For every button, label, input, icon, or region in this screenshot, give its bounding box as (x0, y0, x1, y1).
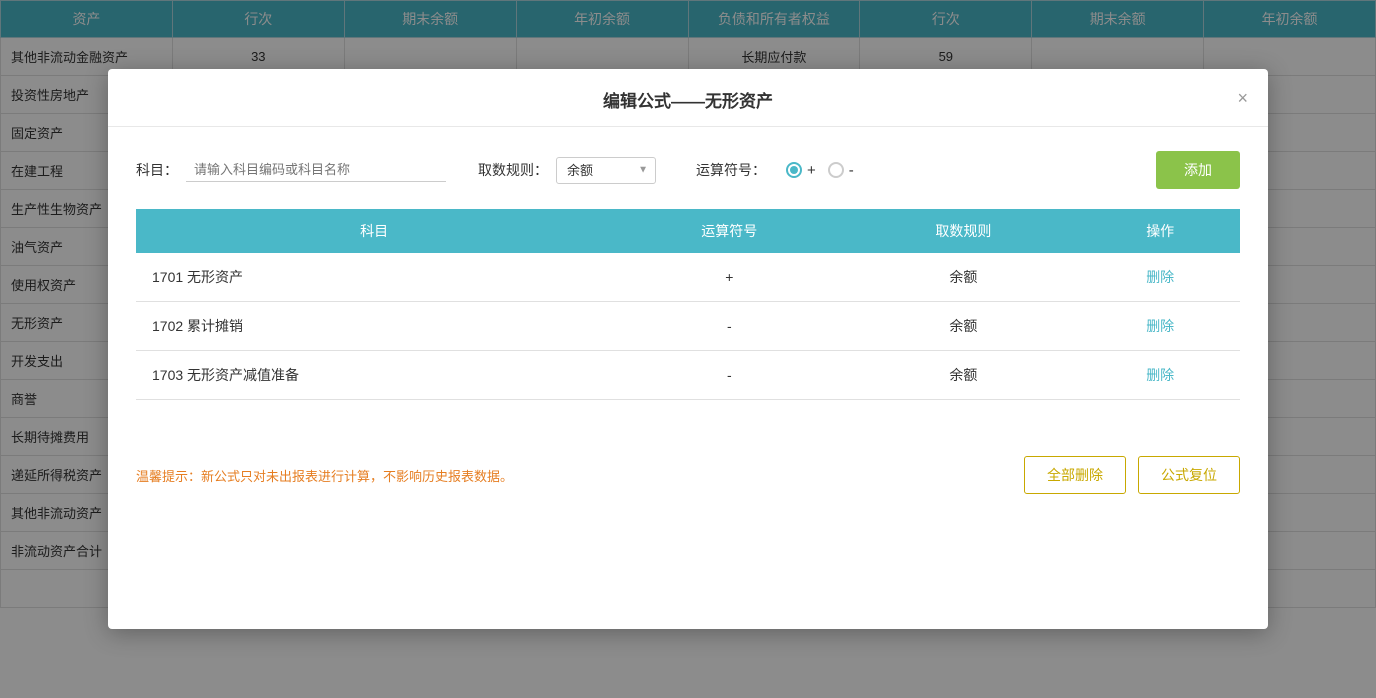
operator-group: 运算符号： + - (696, 160, 854, 180)
footer-tip: 温馨提示：新公式只对未出报表进行计算，不影响历史报表数据。 (136, 466, 513, 485)
rule-select[interactable]: 余额 借方 贷方 借方发生额 贷方发生额 (556, 157, 656, 184)
formula-action-cell: 删除 (1080, 302, 1240, 351)
delete-row-button[interactable]: 删除 (1146, 318, 1174, 334)
reset-formula-button[interactable]: 公式复位 (1138, 456, 1240, 494)
radio-minus-icon (828, 162, 844, 178)
add-button[interactable]: 添加 (1156, 151, 1240, 189)
operator-plus-label: + (807, 162, 816, 179)
subject-input[interactable] (186, 158, 446, 182)
formula-action-cell: 删除 (1080, 253, 1240, 302)
formula-operator-cell: - (612, 351, 846, 400)
modal-title: 编辑公式——无形资产 (603, 87, 773, 112)
formula-row: 1703 无形资产减值准备-余额 删除 (136, 351, 1240, 400)
modal-overlay: 编辑公式——无形资产 × 科目： 取数规则： 余额 借方 (0, 0, 1376, 698)
formula-rule-cell: 余额 (846, 351, 1080, 400)
rule-label: 取数规则： (478, 160, 548, 180)
table-header-operator: 运算符号 (612, 209, 846, 253)
operator-minus-label: - (849, 162, 854, 179)
footer-buttons: 全部删除 公式复位 (1024, 456, 1240, 494)
formula-operator-cell: - (612, 302, 846, 351)
formula-subject-cell: 1702 累计摊销 (136, 302, 612, 351)
formula-action-cell: 删除 (1080, 351, 1240, 400)
radio-plus-icon (786, 162, 802, 178)
formula-subject-cell: 1701 无形资产 (136, 253, 612, 302)
delete-row-button[interactable]: 删除 (1146, 269, 1174, 285)
modal-body: 科目： 取数规则： 余额 借方 贷方 借方发生额 贷方发生额 ▼ (108, 127, 1268, 444)
close-icon[interactable]: × (1237, 89, 1248, 107)
rule-select-wrapper: 余额 借方 贷方 借方发生额 贷方发生额 ▼ (556, 157, 656, 184)
modal-footer: 温馨提示：新公式只对未出报表进行计算，不影响历史报表数据。 全部删除 公式复位 (108, 444, 1268, 514)
rule-group: 取数规则： 余额 借方 贷方 借方发生额 贷方发生额 ▼ (478, 157, 656, 184)
modal-header: 编辑公式——无形资产 × (108, 69, 1268, 127)
form-row: 科目： 取数规则： 余额 借方 贷方 借方发生额 贷方发生额 ▼ (136, 151, 1240, 189)
delete-all-button[interactable]: 全部删除 (1024, 456, 1126, 494)
formula-table: 科目 运算符号 取数规则 操作 1701 无形资产+余额删除1702 累计摊销-… (136, 209, 1240, 400)
formula-operator-cell: + (612, 253, 846, 302)
formula-rule-cell: 余额 (846, 302, 1080, 351)
table-header-action: 操作 (1080, 209, 1240, 253)
modal-dialog: 编辑公式——无形资产 × 科目： 取数规则： 余额 借方 (108, 69, 1268, 629)
delete-row-button[interactable]: 删除 (1146, 367, 1174, 383)
table-header-subject: 科目 (136, 209, 612, 253)
operator-minus-radio[interactable]: - (828, 162, 854, 179)
formula-row: 1702 累计摊销-余额 删除 (136, 302, 1240, 351)
operator-plus-radio[interactable]: + (786, 162, 816, 179)
subject-group: 科目： (136, 158, 446, 182)
operator-label: 运算符号： (696, 160, 766, 180)
formula-row: 1701 无形资产+余额 删除 (136, 253, 1240, 302)
formula-rule-cell: 余额 (846, 253, 1080, 302)
subject-label: 科目： (136, 160, 178, 180)
formula-subject-cell: 1703 无形资产减值准备 (136, 351, 612, 400)
table-header-rule: 取数规则 (846, 209, 1080, 253)
